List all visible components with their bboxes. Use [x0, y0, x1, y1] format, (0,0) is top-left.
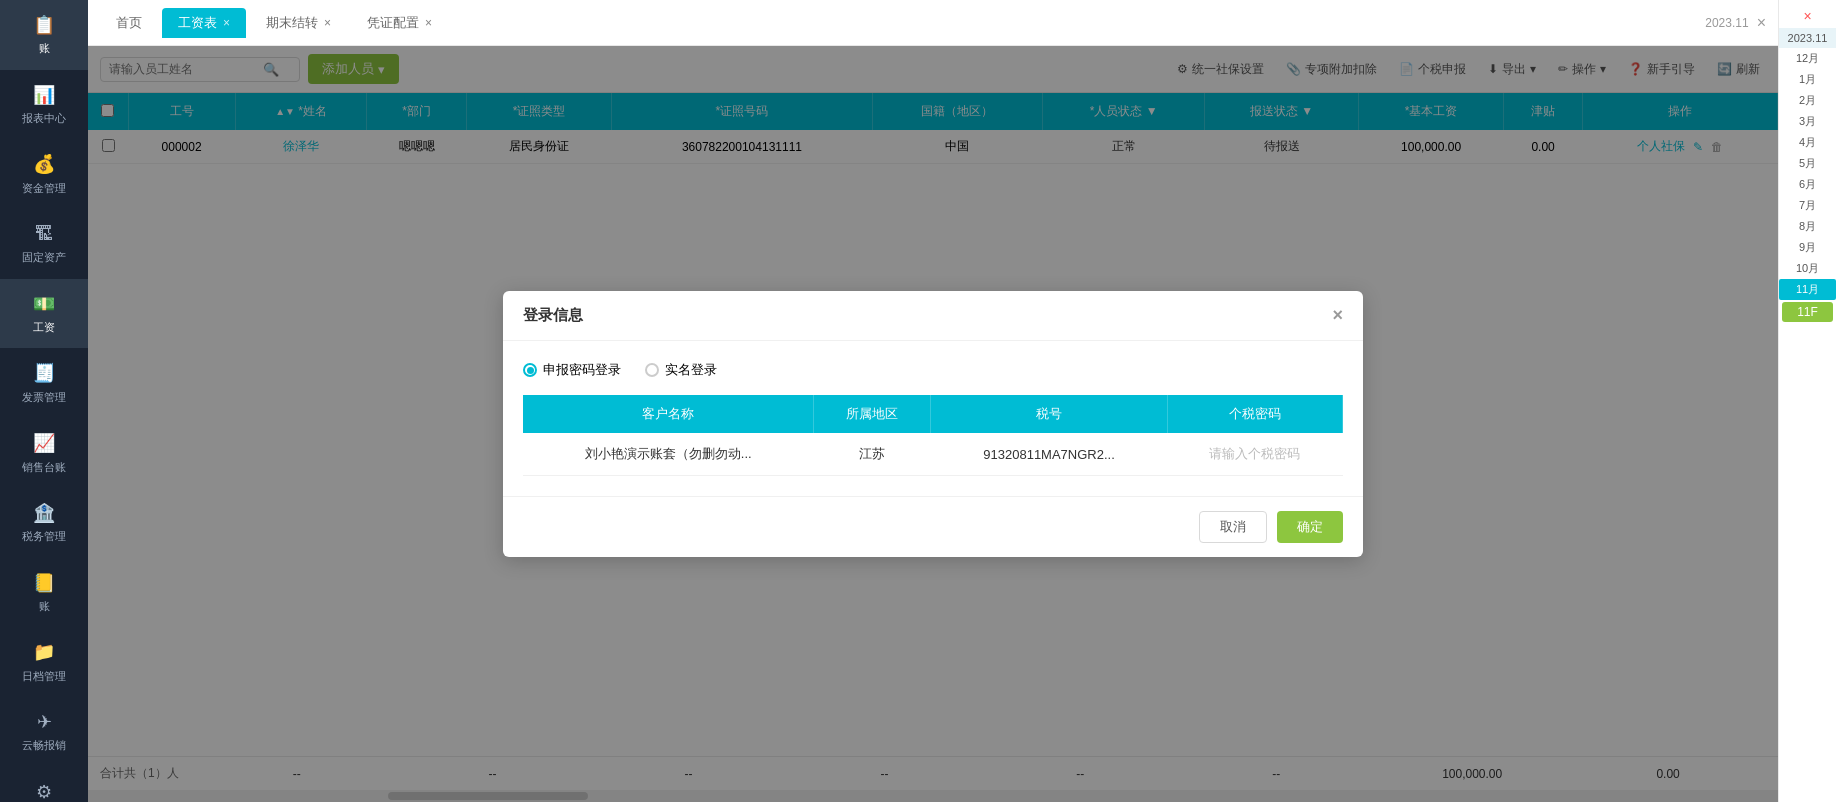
calendar-month-1[interactable]: 1月 [1779, 69, 1836, 90]
modal-client-table: 客户名称 所属地区 税号 个税密码 刘小艳演示账套（勿删勿动... 江苏 [523, 395, 1343, 476]
modal-cell-customer: 刘小艳演示账套（勿删勿动... [523, 433, 813, 476]
top-nav-right: 2023.11 × [1705, 14, 1766, 32]
calendar-close-btn[interactable]: × [1779, 4, 1836, 28]
sidebar-item-invoice[interactable]: 🧾 发票管理 [0, 348, 88, 418]
ledger-icon: 📒 [33, 572, 55, 595]
content-area: 🔍 添加人员 ▾ ⚙ 统一社保设置 📎 专项附加扣除 [88, 46, 1778, 802]
sidebar-item-account[interactable]: 📋 账 [0, 0, 88, 70]
calendar-month-11-active[interactable]: 11月 [1779, 279, 1836, 300]
modal-cell-password[interactable]: 请输入个税密码 [1167, 433, 1342, 476]
top-nav: 首页 工资表 × 期末结转 × 凭证配置 × 2023.11 × [88, 0, 1778, 46]
calendar-month-9[interactable]: 9月 [1779, 237, 1836, 258]
login-type-radio-group: 申报密码登录 实名登录 [523, 361, 1343, 379]
modal-cell-taxno: 91320811MA7NGR2... [931, 433, 1168, 476]
radio-realname-label: 实名登录 [665, 361, 717, 379]
sales-icon: 📈 [33, 432, 55, 455]
calendar-month-8[interactable]: 8月 [1779, 216, 1836, 237]
cancel-button[interactable]: 取消 [1199, 511, 1267, 543]
modal-footer: 取消 确定 [503, 496, 1363, 557]
calendar-month-4[interactable]: 4月 [1779, 132, 1836, 153]
calendar-month-12[interactable]: 12月 [1779, 48, 1836, 69]
calendar-year-header: 2023.11 [1779, 28, 1836, 48]
tab-voucher-config[interactable]: 凭证配置 × [351, 8, 448, 38]
right-calendar-sidebar: × 2023.11 12月 1月 2月 3月 4月 5月 6月 7月 8月 9月… [1778, 0, 1836, 802]
sidebar-item-expense[interactable]: ✈ 云畅报销 [0, 697, 88, 767]
sidebar-item-fund[interactable]: 💰 资金管理 [0, 139, 88, 209]
radio-password-circle [523, 363, 537, 377]
account-icon: 📋 [33, 14, 55, 37]
confirm-button[interactable]: 确定 [1277, 511, 1343, 543]
calendar-month-5[interactable]: 5月 [1779, 153, 1836, 174]
modal-table-row: 刘小艳演示账套（勿删勿动... 江苏 91320811MA7NGR2... 请输… [523, 433, 1343, 476]
salary-icon: 💵 [33, 293, 55, 316]
archive-icon: 📁 [33, 641, 55, 664]
modal-col-region: 所属地区 [813, 395, 930, 433]
modal-col-password: 个税密码 [1167, 395, 1342, 433]
invoice-icon: 🧾 [33, 362, 55, 385]
radio-realname-circle [645, 363, 659, 377]
calendar-month-2[interactable]: 2月 [1779, 90, 1836, 111]
modal-body: 申报密码登录 实名登录 客户名称 [503, 341, 1363, 496]
top-nav-date: 2023.11 [1705, 16, 1748, 30]
calendar-month-11f[interactable]: 11F [1782, 302, 1833, 322]
modal-close-button[interactable]: × [1332, 305, 1343, 326]
sidebar-item-salary[interactable]: 💵 工资 [0, 279, 88, 349]
report-icon: 📊 [33, 84, 55, 107]
tab-salary-close[interactable]: × [223, 16, 230, 30]
main-area: 首页 工资表 × 期末结转 × 凭证配置 × 2023.11 × [88, 0, 1778, 802]
modal-col-taxno: 税号 [931, 395, 1168, 433]
radio-password-login[interactable]: 申报密码登录 [523, 361, 621, 379]
tab-voucher-close-btn[interactable]: × [425, 16, 432, 30]
radio-password-label: 申报密码登录 [543, 361, 621, 379]
settings-icon: ⚙ [36, 781, 52, 802]
sidebar-item-ledger[interactable]: 📒 账 [0, 558, 88, 628]
tab-period-close-btn[interactable]: × [324, 16, 331, 30]
sidebar-item-settings[interactable]: ⚙ 设 [0, 767, 88, 802]
calendar-month-3[interactable]: 3月 [1779, 111, 1836, 132]
tab-salary[interactable]: 工资表 × [162, 8, 246, 38]
modal-col-customer: 客户名称 [523, 395, 813, 433]
tax-icon: 🏦 [33, 502, 55, 525]
fund-icon: 💰 [33, 153, 55, 176]
modal-cell-region: 江苏 [813, 433, 930, 476]
calendar-month-10[interactable]: 10月 [1779, 258, 1836, 279]
login-info-modal: 登录信息 × 申报密码登录 实名登录 [503, 291, 1363, 557]
left-sidebar: 📋 账 📊 报表中心 💰 资金管理 🏗 固定资产 💵 工资 🧾 发票管理 📈 销… [0, 0, 88, 802]
modal-overlay: 登录信息 × 申报密码登录 实名登录 [88, 46, 1778, 802]
top-nav-close[interactable]: × [1757, 14, 1766, 32]
tab-period-close[interactable]: 期末结转 × [250, 8, 347, 38]
sidebar-item-sales[interactable]: 📈 销售台账 [0, 418, 88, 488]
sidebar-item-asset[interactable]: 🏗 固定资产 [0, 209, 88, 279]
sidebar-item-archive[interactable]: 📁 日档管理 [0, 627, 88, 697]
modal-title: 登录信息 [523, 306, 583, 325]
tab-home[interactable]: 首页 [100, 8, 158, 38]
modal-header: 登录信息 × [503, 291, 1363, 341]
calendar-month-7[interactable]: 7月 [1779, 195, 1836, 216]
sidebar-item-report[interactable]: 📊 报表中心 [0, 70, 88, 140]
radio-realname-login[interactable]: 实名登录 [645, 361, 717, 379]
expense-icon: ✈ [37, 711, 52, 734]
calendar-month-6[interactable]: 6月 [1779, 174, 1836, 195]
asset-icon: 🏗 [35, 223, 53, 246]
sidebar-item-tax[interactable]: 🏦 税务管理 [0, 488, 88, 558]
